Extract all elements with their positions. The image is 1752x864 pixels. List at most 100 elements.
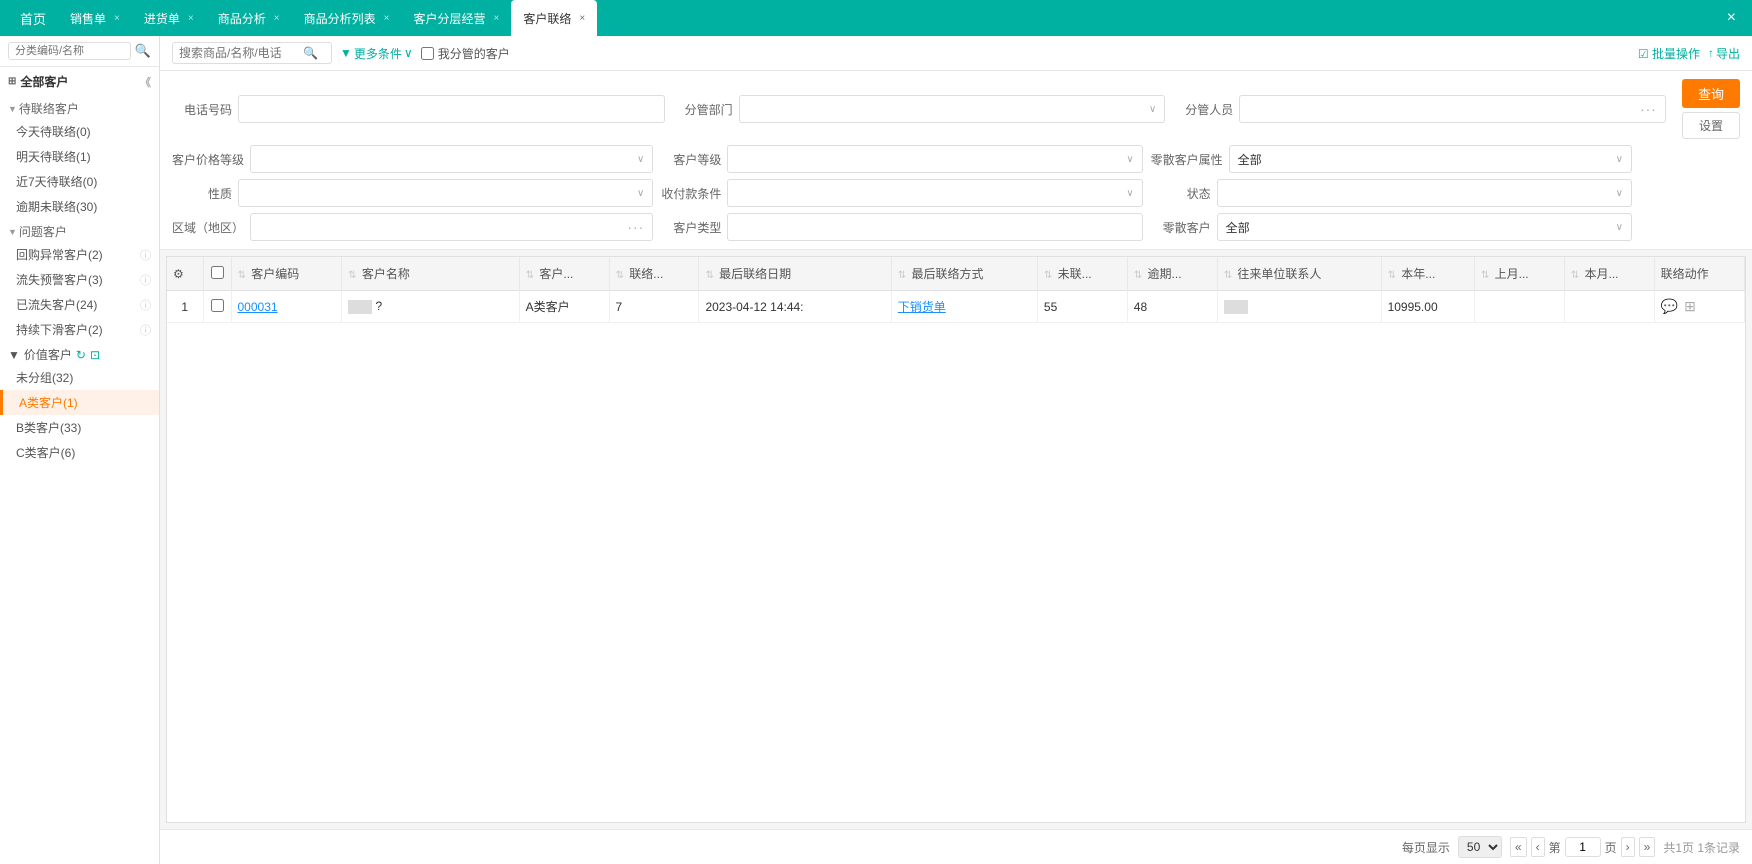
row-annual: 10995.00: [1381, 291, 1474, 323]
page-input[interactable]: [1565, 837, 1601, 857]
customer-level-label: 客户等级: [661, 151, 721, 168]
row-checkbox[interactable]: [211, 299, 224, 312]
triangle-icon2: ▼: [8, 227, 17, 237]
nav-close-all[interactable]: ×: [1719, 9, 1744, 27]
gear-icon[interactable]: ⚙: [173, 267, 184, 281]
row-action: 💬 ⊞: [1654, 291, 1744, 323]
chat-action-icon[interactable]: 💬: [1661, 298, 1678, 315]
sidebar-item-7days[interactable]: 近7天待联络(0): [0, 169, 159, 194]
sidebar-item-declining[interactable]: 持续下滑客户(2) ⓘ: [0, 317, 159, 342]
select-all-checkbox[interactable]: [211, 266, 224, 279]
sort-icon9: ⇅: [1224, 270, 1232, 281]
sidebar-item-overdue[interactable]: 逾期未联络(30): [0, 194, 159, 219]
collapse-icon[interactable]: 《: [140, 74, 151, 90]
sidebar-item-c-class[interactable]: C类客户(6): [0, 440, 159, 465]
row-last-method: 下销货单: [891, 291, 1037, 323]
close-purchase-tab[interactable]: ×: [188, 13, 194, 24]
payment-input[interactable]: ∨: [727, 179, 1142, 207]
sidebar-item-ungroup[interactable]: 未分组(32): [0, 365, 159, 390]
row-contact-person: [1217, 291, 1381, 323]
sidebar-all-customers-header[interactable]: ⊞ 全部客户 《: [0, 67, 159, 96]
retail-attr-input[interactable]: 全部∨: [1229, 145, 1632, 173]
total-label: 共1页 1条记录: [1663, 839, 1740, 856]
gear-col: ⚙: [167, 257, 203, 291]
close-customer-segment-tab[interactable]: ×: [493, 13, 499, 24]
filter-actions: ☑ 批量操作 ↑ 导出: [1638, 45, 1740, 62]
close-sales-tab[interactable]: ×: [114, 13, 120, 24]
add-icon[interactable]: ⊡: [90, 348, 100, 362]
manager-input[interactable]: ···: [1239, 95, 1666, 123]
payment-label: 收付款条件: [661, 185, 721, 202]
retail-attr-field: 零散客户属性 全部∨: [1151, 145, 1632, 173]
per-page-select[interactable]: 50: [1458, 836, 1502, 858]
nav-tab-product-analysis[interactable]: 商品分析 ×: [206, 0, 292, 36]
nav-tab-sales[interactable]: 销售单 ×: [58, 0, 132, 36]
batch-op-btn[interactable]: ☑ 批量操作: [1638, 45, 1700, 62]
name-color-block: [348, 300, 372, 314]
sidebar-search-input[interactable]: [8, 42, 131, 60]
filter-search-input[interactable]: [179, 46, 299, 60]
sort-icon4: ⇅: [616, 270, 624, 281]
chevron-down-icon: ∨: [404, 46, 413, 60]
close-customer-contact-tab[interactable]: ×: [579, 13, 585, 24]
all-customers-label: 全部客户: [20, 73, 68, 90]
query-btn[interactable]: 查询: [1682, 79, 1740, 108]
last-method-col: ⇅ 最后联络方式: [891, 257, 1037, 291]
more-conditions-btn[interactable]: ▼ 更多条件 ∨: [340, 45, 413, 62]
sidebar-item-tomorrow[interactable]: 明天待联络(1): [0, 144, 159, 169]
row-checkbox-cell: [203, 291, 231, 323]
next-page-btn[interactable]: ›: [1621, 837, 1635, 857]
status-input[interactable]: ∨: [1217, 179, 1632, 207]
sidebar-item-repurchase-abnormal[interactable]: 回购异常客户(2) ⓘ: [0, 242, 159, 267]
filter-row-3: 性质 ∨ 收付款条件 ∨ 状态 ∨: [172, 179, 1740, 207]
sidebar-item-churn-warning[interactable]: 流失预警客户(3) ⓘ: [0, 267, 159, 292]
manager-label: 分管人员: [1173, 101, 1233, 118]
sidebar-item-churned[interactable]: 已流失客户(24) ⓘ: [0, 292, 159, 317]
sort-icon11: ⇅: [1481, 270, 1489, 281]
price-level-input[interactable]: ∨: [250, 145, 653, 173]
my-customers-checkbox[interactable]: [421, 47, 434, 60]
phone-input[interactable]: [238, 95, 665, 123]
region-input[interactable]: ···: [250, 213, 653, 241]
nav-tab-product-list[interactable]: 商品分析列表 ×: [292, 0, 402, 36]
refresh-icon[interactable]: ↻: [76, 348, 86, 362]
manager-field: 分管人员 ···: [1173, 95, 1666, 123]
row-last-month: [1474, 291, 1564, 323]
page-nav: « ‹ 第 页 › »: [1510, 837, 1655, 857]
settings-btn[interactable]: 设置: [1682, 112, 1740, 139]
sidebar-item-b-class[interactable]: B类客户(33): [0, 415, 159, 440]
first-page-btn[interactable]: «: [1510, 837, 1527, 857]
dept-input[interactable]: ∨: [739, 95, 1166, 123]
name-col: ⇅ 客户名称: [342, 257, 520, 291]
customer-level-field: 客户等级 ∨: [661, 145, 1142, 173]
table-scroll[interactable]: ⚙ ⇅ 客户编码 ⇅ 客户名称: [167, 257, 1745, 822]
prev-page-btn[interactable]: ‹: [1531, 837, 1545, 857]
region-field: 区域（地区） ···: [172, 213, 653, 241]
sidebar-item-a-class[interactable]: A类客户(1): [0, 390, 159, 415]
nav-home[interactable]: 首页: [8, 0, 58, 36]
nav-tab-customer-contact[interactable]: 客户联络 ×: [511, 0, 597, 36]
customer-level-input[interactable]: ∨: [727, 145, 1142, 173]
nav-tab-customer-segment[interactable]: 客户分层经营 ×: [401, 0, 511, 36]
sidebar-search-icon[interactable]: 🔍: [135, 43, 151, 59]
nav-tab-purchase[interactable]: 进货单 ×: [132, 0, 206, 36]
row-this-month: [1564, 291, 1654, 323]
table-row: 1 000031 ? A类客户: [167, 291, 1745, 323]
last-page-btn[interactable]: »: [1639, 837, 1656, 857]
info-icon3: ⓘ: [140, 297, 151, 313]
retail-customer-input[interactable]: 全部∨: [1217, 213, 1632, 241]
grid-action-icon[interactable]: ⊞: [1684, 298, 1696, 315]
problem-section-label: 问题客户: [19, 223, 67, 240]
close-product-analysis-tab[interactable]: ×: [274, 13, 280, 24]
nature-input[interactable]: ∨: [238, 179, 653, 207]
action-col: 联络动作: [1654, 257, 1744, 291]
export-btn[interactable]: ↑ 导出: [1708, 45, 1740, 62]
customer-type-input[interactable]: [727, 213, 1142, 241]
close-product-list-tab[interactable]: ×: [384, 13, 390, 24]
region-label: 区域（地区）: [172, 219, 244, 236]
contact-person-color-block: [1224, 300, 1248, 314]
sidebar-item-today[interactable]: 今天待联络(0): [0, 119, 159, 144]
search-box[interactable]: 🔍: [172, 42, 332, 64]
overdue-col: ⇅ 逾期...: [1127, 257, 1217, 291]
sort-icon12: ⇅: [1571, 270, 1579, 281]
